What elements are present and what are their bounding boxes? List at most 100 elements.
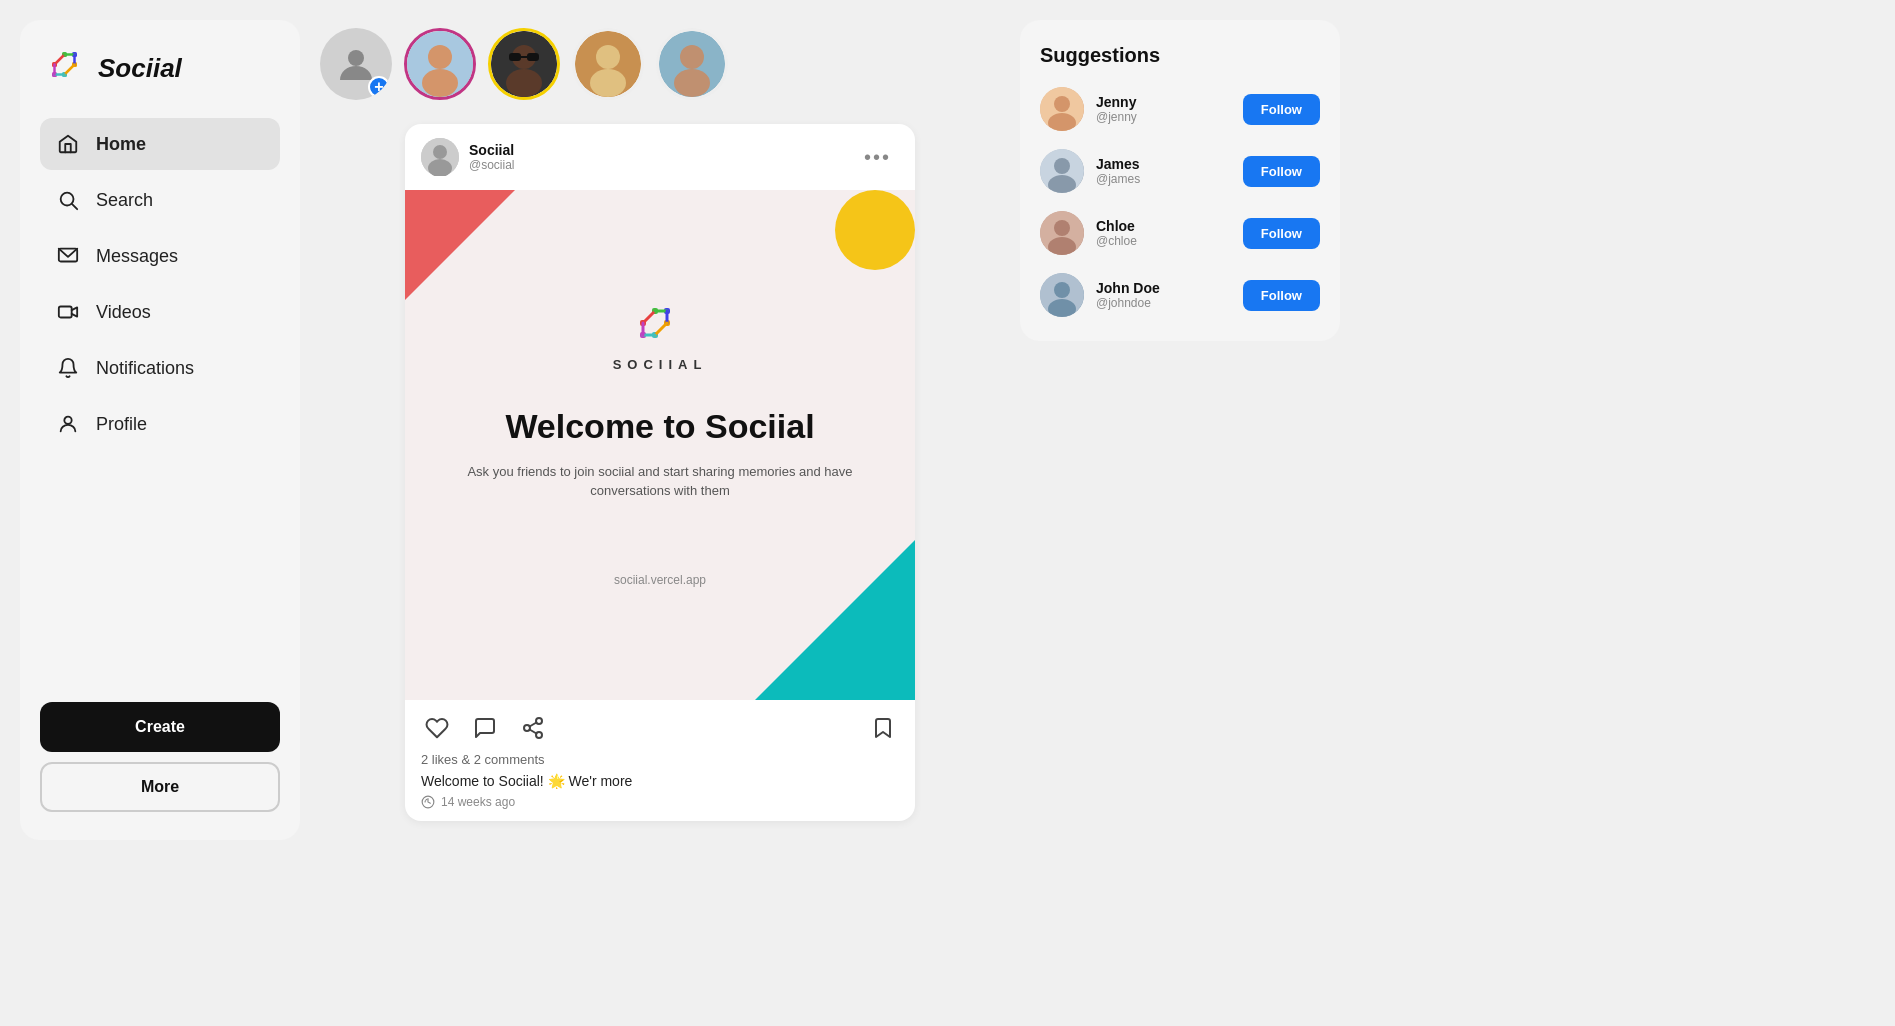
svg-point-23 <box>506 69 542 97</box>
follow-button-chloe[interactable]: Follow <box>1243 218 1320 249</box>
post-handle: @sociial <box>469 158 515 172</box>
comment-button[interactable] <box>469 712 501 744</box>
suggestion-item-johndoe: John Doe @johndoe Follow <box>1040 273 1320 317</box>
svg-line-51 <box>530 730 537 734</box>
post-image: SOCIIAL Welcome to Sociial Ask you frien… <box>405 190 915 700</box>
home-icon <box>56 132 80 156</box>
sidebar-item-notifications-label: Notifications <box>96 358 194 379</box>
post-brand-name: SOCIIAL <box>613 357 708 372</box>
svg-point-32 <box>674 69 710 97</box>
post-url: sociial.vercel.app <box>614 573 706 587</box>
post-image-content: SOCIIAL Welcome to Sociial Ask you frien… <box>405 303 915 586</box>
svg-point-16 <box>64 417 71 424</box>
decoration-triangle-red <box>405 190 515 300</box>
post-brand-logo <box>635 303 685 353</box>
suggestion-handle-james: @james <box>1096 172 1231 186</box>
svg-point-31 <box>680 45 704 69</box>
svg-rect-24 <box>509 53 521 61</box>
sidebar: Sociial Home Search <box>20 20 300 840</box>
main-content: + <box>320 20 1000 821</box>
sidebar-item-profile-label: Profile <box>96 414 147 435</box>
suggestion-avatar-james <box>1040 149 1084 193</box>
profile-icon <box>56 412 80 436</box>
post-actions <box>421 712 899 744</box>
sidebar-item-messages[interactable]: Messages <box>40 230 280 282</box>
svg-point-19 <box>428 45 452 69</box>
sidebar-item-notifications[interactable]: Notifications <box>40 342 280 394</box>
follow-button-jenny[interactable]: Follow <box>1243 94 1320 125</box>
story-item-4[interactable] <box>656 28 728 100</box>
svg-point-20 <box>422 69 458 97</box>
search-icon <box>56 188 80 212</box>
svg-line-45 <box>655 323 667 335</box>
suggestion-name-jenny: Jenny <box>1096 94 1231 110</box>
post-card: Sociial @sociial ••• <box>405 124 915 821</box>
svg-rect-25 <box>527 53 539 61</box>
suggestion-name-johndoe: John Doe <box>1096 280 1231 296</box>
sidebar-buttons: Create More <box>40 682 280 812</box>
svg-point-34 <box>433 145 447 159</box>
post-user-info: Sociial @sociial <box>421 138 515 176</box>
svg-point-55 <box>1054 96 1070 112</box>
sidebar-item-home[interactable]: Home <box>40 118 280 170</box>
logo-icon <box>48 48 88 88</box>
story-item-3[interactable] <box>572 28 644 100</box>
svg-line-9 <box>65 65 75 75</box>
share-button[interactable] <box>517 712 549 744</box>
suggestion-info-chloe: Chloe @chloe <box>1096 218 1231 248</box>
stories-row: + <box>320 20 1000 108</box>
logo-area: Sociial <box>40 48 280 88</box>
suggestion-handle-chloe: @chloe <box>1096 234 1231 248</box>
clock-icon <box>421 795 435 809</box>
post-more-button[interactable]: ••• <box>856 142 899 173</box>
post-caption: Welcome to Sociial! 🌟 We'r more <box>421 773 899 789</box>
suggestion-item-jenny: Jenny @jenny Follow <box>1040 87 1320 131</box>
post-username: Sociial <box>469 142 515 158</box>
story-item-2[interactable] <box>488 28 560 100</box>
post-footer: 2 likes & 2 comments Welcome to Sociial!… <box>405 700 915 821</box>
post-actions-left <box>421 712 549 744</box>
post-time-label: 14 weeks ago <box>441 795 515 809</box>
videos-icon <box>56 300 80 324</box>
app-name: Sociial <box>98 53 182 84</box>
plus-badge: + <box>368 76 390 98</box>
bookmark-button[interactable] <box>867 712 899 744</box>
add-story-button[interactable]: + <box>320 28 392 100</box>
suggestion-name-chloe: Chloe <box>1096 218 1231 234</box>
sidebar-item-messages-label: Messages <box>96 246 178 267</box>
more-button[interactable]: More <box>40 762 280 812</box>
create-button[interactable]: Create <box>40 702 280 752</box>
story-item-1[interactable] <box>404 28 476 100</box>
svg-line-42 <box>643 311 655 323</box>
right-panel: Suggestions Jenny @jenny Follow <box>1020 20 1340 341</box>
share-icon <box>521 716 545 740</box>
suggestion-name-james: James <box>1096 156 1231 172</box>
suggestions-card: Suggestions Jenny @jenny Follow <box>1020 20 1340 341</box>
post-subtitle: Ask you friends to join sociial and star… <box>445 462 875 501</box>
suggestion-item-james: James @james Follow <box>1040 149 1320 193</box>
sidebar-item-videos-label: Videos <box>96 302 151 323</box>
post-time: 14 weeks ago <box>421 795 899 809</box>
sidebar-item-search[interactable]: Search <box>40 174 280 226</box>
suggestion-avatar-johndoe <box>1040 273 1084 317</box>
suggestion-info-jenny: Jenny @jenny <box>1096 94 1231 124</box>
notifications-icon <box>56 356 80 380</box>
svg-point-58 <box>1054 158 1070 174</box>
suggestion-handle-johndoe: @johndoe <box>1096 296 1231 310</box>
post-header: Sociial @sociial ••• <box>405 124 915 190</box>
like-button[interactable] <box>421 712 453 744</box>
follow-button-johndoe[interactable]: Follow <box>1243 280 1320 311</box>
svg-line-13 <box>72 204 77 209</box>
sidebar-item-search-label: Search <box>96 190 153 211</box>
suggestion-avatar-jenny <box>1040 87 1084 131</box>
sidebar-item-videos[interactable]: Videos <box>40 286 280 338</box>
sidebar-item-home-label: Home <box>96 134 146 155</box>
comment-icon <box>473 716 497 740</box>
messages-icon <box>56 244 80 268</box>
decoration-circle-yellow <box>835 190 915 270</box>
svg-point-17 <box>348 50 364 66</box>
follow-button-james[interactable]: Follow <box>1243 156 1320 187</box>
bookmark-icon <box>871 716 895 740</box>
sidebar-item-profile[interactable]: Profile <box>40 398 280 450</box>
post-user-details: Sociial @sociial <box>469 142 515 172</box>
